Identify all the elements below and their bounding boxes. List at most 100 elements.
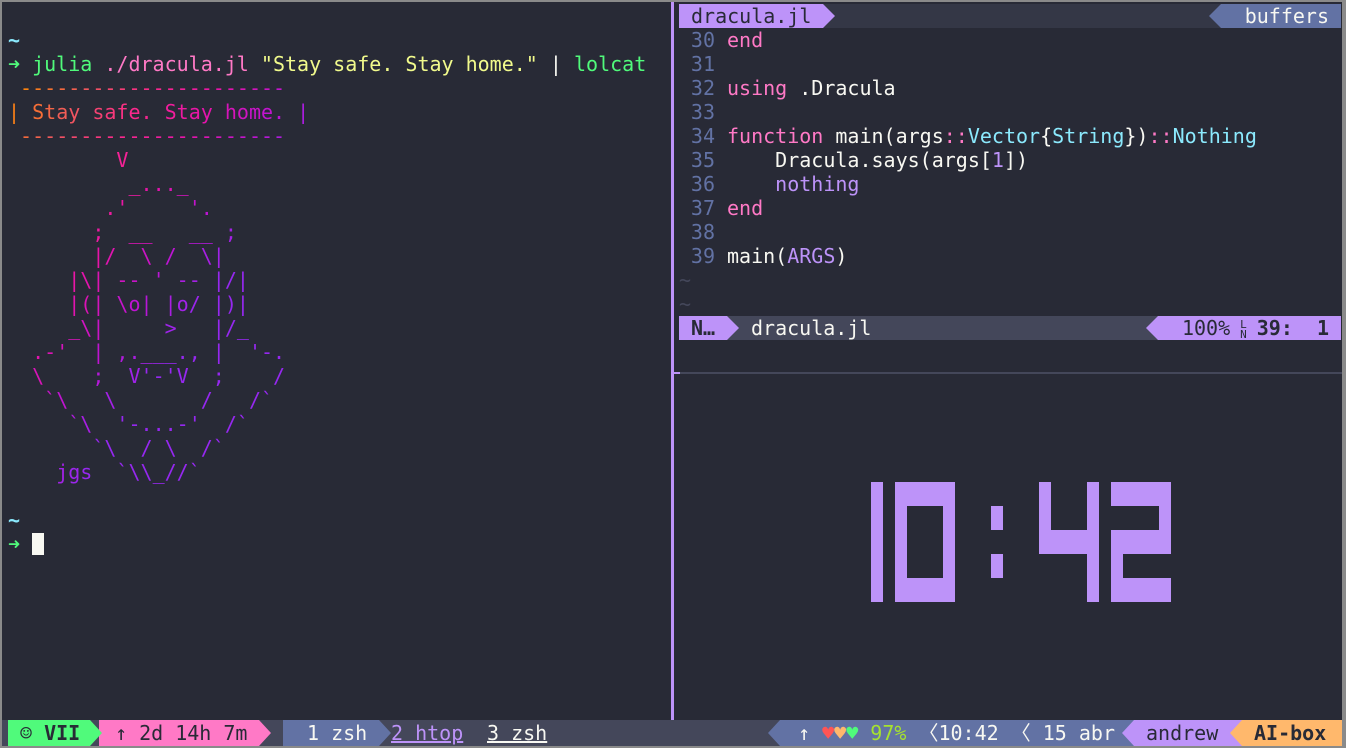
shell-pane[interactable]: ~ ➜ julia ./dracula.jl "Stay safe. Stay …: [2, 2, 671, 720]
clock-block: [991, 554, 1003, 578]
output-line: jgs `\\_//`: [56, 460, 201, 484]
vim-statusline: N… dracula.jl 100% L N 39: 1: [679, 316, 1341, 340]
clock-block: [1087, 554, 1099, 578]
horizontal-pane-divider[interactable]: [674, 372, 1342, 374]
clock-block: [1159, 530, 1171, 554]
code-token: main(args: [823, 124, 944, 148]
clock-block: [1087, 530, 1099, 554]
clock-block: [1147, 482, 1159, 506]
prompt-arrow-icon: ➜: [8, 532, 21, 556]
battery-percent: 97%: [870, 721, 907, 745]
status-time: 10:42: [938, 721, 999, 745]
clock-block: [943, 554, 955, 578]
uptime-segment: ↑ 2d 14h 7m: [99, 720, 272, 746]
terminal-cursor: [32, 533, 45, 555]
clock-block: [931, 578, 943, 602]
output-line: _..._: [128, 172, 189, 196]
clock-block: [943, 530, 955, 554]
code-line: 31: [679, 52, 727, 76]
separator-chevron-icon: 〈: [918, 721, 939, 745]
cursor-position: 39: 1: [1256, 316, 1329, 340]
code-token: ::: [1148, 124, 1173, 148]
command-program: julia: [32, 52, 93, 76]
output-line: ----------------------: [20, 76, 286, 100]
code-token: String: [1052, 124, 1125, 148]
code-token: {: [1040, 124, 1053, 148]
terminal-screen: ~ ➜ julia ./dracula.jl "Stay safe. Stay …: [2, 2, 1342, 746]
clock-block: [1123, 578, 1135, 602]
session-name[interactable]: ☺ VII: [8, 720, 103, 746]
clock-block: [919, 482, 931, 506]
output-line: .-' | ,.___., | '-.: [32, 340, 286, 364]
clock-block: [1159, 482, 1171, 506]
clock-block: [1135, 578, 1147, 602]
clock-block: [1147, 530, 1159, 554]
clock-block: [1051, 530, 1063, 554]
clock-block: [895, 578, 907, 602]
buffers-label[interactable]: buffers: [1208, 4, 1341, 28]
separator-chevron-icon: 〈: [1010, 721, 1031, 745]
vertical-pane-divider[interactable]: [671, 2, 674, 720]
code-token: using: [727, 76, 788, 100]
divider-active-marker: [674, 372, 680, 374]
clock-block: [907, 482, 919, 506]
line-number: 33: [690, 100, 715, 124]
clock-block: [1123, 482, 1135, 506]
output-line: ; __ __ ;: [92, 220, 237, 244]
clock-block: [871, 578, 883, 602]
clock-block: [943, 482, 955, 506]
command-line: ➜ julia ./dracula.jl "Stay safe. Stay ho…: [8, 52, 646, 76]
window-tab-2-label: 2 htop: [391, 721, 464, 745]
clock-block: [1087, 578, 1099, 602]
line-number: 31: [690, 52, 715, 76]
code-token: function: [727, 124, 824, 148]
clock-block: [895, 554, 907, 578]
window-tab-1[interactable]: 1 zsh: [283, 720, 392, 746]
vim-position: 100% L N 39: 1: [1145, 316, 1341, 340]
code-token: Dracula.says(args[: [727, 148, 992, 172]
vim-tabline: dracula.jl buffers: [679, 4, 1341, 28]
empty-line-marker: ~: [679, 268, 692, 292]
command-argument: "Stay safe. Stay home.": [260, 52, 538, 76]
line-number: 39: [690, 244, 715, 268]
line-number: 32: [690, 76, 715, 100]
tmux-status-bar: ☺ VII ↑ 2d 14h 7m 1 zsh 2 htop 3 zsh ↑ ♥…: [2, 720, 1342, 746]
code-line: 34 function main(args::Vector{String})::N…: [679, 124, 1257, 148]
clock-block: [1135, 482, 1147, 506]
code-token: Vector: [967, 124, 1041, 148]
clock-block: [871, 554, 883, 578]
heart-icons: ♥♥♥: [822, 721, 870, 745]
code-token: ARGS: [787, 244, 836, 268]
code-line: 37 end: [679, 196, 763, 220]
code-line: 32 using .Dracula: [679, 76, 896, 100]
tab-dracula-jl[interactable]: dracula.jl: [679, 4, 836, 28]
code-line: 35 Dracula.says(args[1]): [679, 148, 1028, 172]
clock-block: [1159, 506, 1171, 530]
output-line: V: [116, 148, 129, 172]
code-token: main(: [727, 244, 788, 268]
code-token: ]): [1003, 148, 1029, 172]
code-token: ::: [943, 124, 968, 148]
window-tab-2[interactable]: 2 htop: [391, 720, 463, 746]
command-filter: lolcat: [574, 52, 647, 76]
code-line: 33: [679, 100, 727, 124]
prompt-directory-2: ~: [8, 508, 21, 532]
clock-block: [1039, 530, 1051, 554]
clock-block: [1075, 530, 1087, 554]
heart-icon: ♥: [846, 721, 859, 745]
output-line: `\ '-...-' /`: [68, 412, 249, 436]
output-line: .' '.: [104, 196, 213, 220]
clock-block: [871, 530, 883, 554]
code-token: nothing: [727, 172, 860, 196]
line-number: 36: [690, 172, 715, 196]
clock-block: [1123, 530, 1135, 554]
clock-block: [1039, 506, 1051, 530]
output-line: | Stay safe. Stay home. |: [8, 100, 310, 124]
window-tab-3[interactable]: 3 zsh: [487, 720, 547, 746]
output-line: |(| \o| |o/ |)|: [68, 292, 249, 316]
command-pipe: |: [549, 52, 562, 76]
active-prompt[interactable]: ➜: [8, 532, 45, 556]
clock-block: [1111, 530, 1123, 554]
line-number: 37: [690, 196, 715, 220]
line-number: 30: [690, 28, 715, 52]
